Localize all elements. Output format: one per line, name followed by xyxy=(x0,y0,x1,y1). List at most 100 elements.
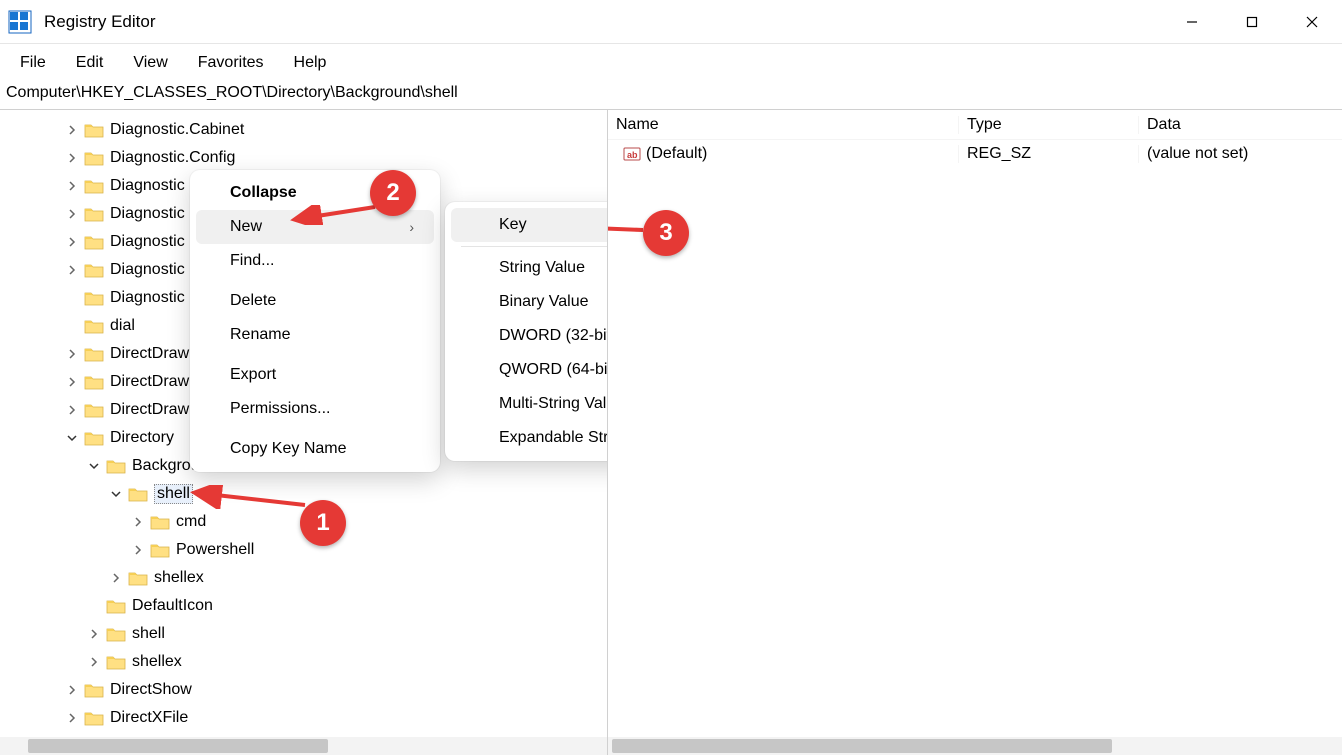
ctx-sub-item[interactable]: Key xyxy=(451,208,608,242)
chevron-down-icon[interactable] xyxy=(64,430,80,446)
menu-edit[interactable]: Edit xyxy=(62,48,118,78)
ctx-sub-item-label: Key xyxy=(499,216,527,234)
folder-icon xyxy=(84,290,104,306)
chevron-right-icon: › xyxy=(409,219,414,235)
tree-item-label: DirectDraw xyxy=(110,401,189,419)
folder-icon xyxy=(84,710,104,726)
ctx-item-label: Find... xyxy=(230,252,274,270)
close-button[interactable] xyxy=(1282,0,1342,44)
ctx-sub-item[interactable]: DWORD (32-bit) Value xyxy=(451,319,608,353)
ctx-sub-item[interactable]: String Value xyxy=(451,251,608,285)
values-pane[interactable]: Name Type Data ab(Default)REG_SZ(value n… xyxy=(608,110,1342,755)
chevron-down-icon[interactable] xyxy=(86,458,102,474)
tree-item-label: dial xyxy=(110,317,135,335)
ctx-item-label: Copy Key Name xyxy=(230,440,347,458)
chevron-right-icon[interactable] xyxy=(108,570,124,586)
chevron-right-icon[interactable] xyxy=(64,262,80,278)
tree-item[interactable]: Diagnostic.Config xyxy=(0,144,607,172)
chevron-right-icon[interactable] xyxy=(64,178,80,194)
chevron-right-icon[interactable] xyxy=(64,682,80,698)
ctx-item-label: Permissions... xyxy=(230,400,330,418)
tree-item-label: DirectXFile xyxy=(110,709,188,727)
tree-hscrollbar[interactable] xyxy=(0,737,607,755)
tree-item[interactable]: shell xyxy=(0,620,607,648)
tree-item[interactable]: shellex xyxy=(0,564,607,592)
address-text: Computer\HKEY_CLASSES_ROOT\Directory\Bac… xyxy=(6,84,458,102)
address-bar[interactable]: Computer\HKEY_CLASSES_ROOT\Directory\Bac… xyxy=(0,82,1342,110)
maximize-button[interactable] xyxy=(1222,0,1282,44)
folder-icon xyxy=(84,150,104,166)
chevron-right-icon[interactable] xyxy=(64,710,80,726)
chevron-right-icon[interactable] xyxy=(64,150,80,166)
menu-file[interactable]: File xyxy=(6,48,60,78)
folder-icon xyxy=(84,402,104,418)
chevron-right-icon[interactable] xyxy=(64,234,80,250)
folder-icon xyxy=(84,262,104,278)
tree-item-label: DefaultIcon xyxy=(132,597,213,615)
menubar: File Edit View Favorites Help xyxy=(0,44,1342,82)
chevron-right-icon[interactable] xyxy=(64,206,80,222)
list-body: ab(Default)REG_SZ(value not set) xyxy=(608,140,1342,168)
ctx-item[interactable]: Permissions... xyxy=(196,392,434,426)
ctx-item-label: Rename xyxy=(230,326,290,344)
ctx-sub-item-label: Multi-String Value xyxy=(499,395,608,413)
chevron-right-icon[interactable] xyxy=(64,402,80,418)
menu-favorites[interactable]: Favorites xyxy=(184,48,278,78)
tree-item-label: cmd xyxy=(176,513,206,531)
tree-item[interactable]: Diagnostic.Cabinet xyxy=(0,116,607,144)
tree-item[interactable]: shell xyxy=(0,480,607,508)
tree-item-label: shell xyxy=(132,625,165,643)
window-controls xyxy=(1162,0,1342,44)
tree-item-label: shellex xyxy=(154,569,204,587)
context-submenu-new: Key String Value Binary Value DWORD (32-bit… xyxy=(445,202,608,461)
tree-item[interactable]: Powershell xyxy=(0,536,607,564)
ctx-item[interactable]: Rename xyxy=(196,318,434,352)
tree-item[interactable]: DefaultIcon xyxy=(0,592,607,620)
col-header-name[interactable]: Name xyxy=(608,116,958,134)
annotation-badge-2: 2 xyxy=(370,170,416,216)
chevron-right-icon[interactable] xyxy=(86,626,102,642)
list-row[interactable]: ab(Default)REG_SZ(value not set) xyxy=(608,140,1342,168)
string-value-icon: ab xyxy=(622,144,642,164)
ctx-sub-item-label: DWORD (32-bit) Value xyxy=(499,327,608,345)
tree-item-label: DirectDraw xyxy=(110,373,189,391)
folder-icon xyxy=(150,514,170,530)
tree-item-label: DirectShow xyxy=(110,681,192,699)
chevron-right-icon[interactable] xyxy=(86,654,102,670)
menu-view[interactable]: View xyxy=(119,48,181,78)
value-name: (Default) xyxy=(646,145,707,163)
tree-item[interactable]: DirectShow xyxy=(0,676,607,704)
ctx-sub-item-label: QWORD (64-bit) Value xyxy=(499,361,608,379)
chevron-right-icon[interactable] xyxy=(64,346,80,362)
ctx-item-label: Export xyxy=(230,366,276,384)
ctx-sub-item-label: Binary Value xyxy=(499,293,589,311)
main-area: Diagnostic.CabinetDiagnostic.Config Diagn… xyxy=(0,110,1342,755)
chevron-right-icon[interactable] xyxy=(130,514,146,530)
folder-icon xyxy=(150,542,170,558)
tree-item-label: Diagnostic xyxy=(110,289,185,307)
ctx-sub-item[interactable]: Multi-String Value xyxy=(451,387,608,421)
tree-item[interactable]: shellex xyxy=(0,648,607,676)
minimize-button[interactable] xyxy=(1162,0,1222,44)
tree-item[interactable]: DirectXFile xyxy=(0,704,607,732)
chevron-right-icon[interactable] xyxy=(130,542,146,558)
ctx-sub-item[interactable]: Binary Value xyxy=(451,285,608,319)
menu-help[interactable]: Help xyxy=(280,48,341,78)
chevron-right-icon[interactable] xyxy=(64,374,80,390)
ctx-item[interactable]: Find... xyxy=(196,244,434,278)
values-hscrollbar[interactable] xyxy=(608,737,1342,755)
col-header-type[interactable]: Type xyxy=(958,116,1138,134)
ctx-item[interactable]: Export xyxy=(196,358,434,392)
ctx-sub-item[interactable]: QWORD (64-bit) Value xyxy=(451,353,608,387)
chevron-down-icon[interactable] xyxy=(108,486,124,502)
col-header-data[interactable]: Data xyxy=(1138,116,1342,134)
chevron-right-icon[interactable] xyxy=(64,122,80,138)
tree-item-label: shell xyxy=(154,484,193,504)
ctx-item[interactable]: Copy Key Name xyxy=(196,432,434,466)
ctx-sub-item[interactable]: Expandable String Value xyxy=(451,421,608,455)
folder-icon xyxy=(84,318,104,334)
tree-pane[interactable]: Diagnostic.CabinetDiagnostic.Config Diagn… xyxy=(0,110,608,755)
ctx-item[interactable]: Delete xyxy=(196,284,434,318)
tree-item-label: Powershell xyxy=(176,541,254,559)
ctx-item-label: New xyxy=(230,218,262,236)
